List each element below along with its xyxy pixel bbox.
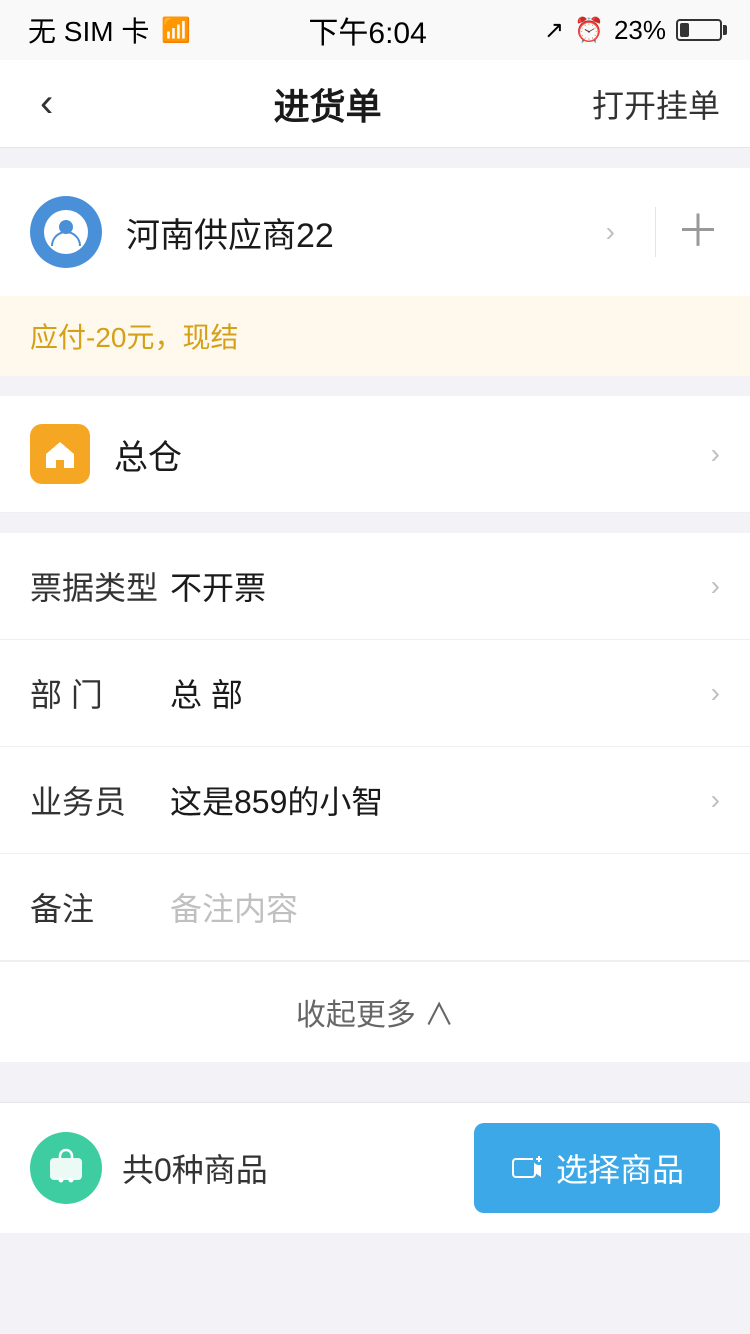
add-supplier-button[interactable]: ＋ (676, 210, 720, 254)
product-count: 共0种商品 (122, 1145, 474, 1191)
bottom-bar: 共0种商品 选择商品 (0, 1102, 750, 1233)
avatar-inner (44, 210, 88, 254)
status-left: 无 SIM 卡 📶 (28, 10, 191, 50)
select-product-button[interactable]: 选择商品 (474, 1123, 720, 1213)
supplier-chevron-icon: › (606, 216, 615, 248)
warehouse-icon (30, 424, 90, 484)
remark-placeholder: 备注内容 (170, 884, 720, 930)
nav-bar: ‹ 进货单 打开挂单 (0, 60, 750, 148)
open-pending-button[interactable]: 打开挂单 (592, 81, 720, 127)
time-label: 下午6:04 (308, 8, 426, 52)
salesperson-label: 业务员 (30, 777, 170, 823)
department-label: 部 门 (30, 670, 170, 716)
page-container: 无 SIM 卡 📶 下午6:04 ↗ ⏰ 23% ‹ 进货单 打开挂单 (0, 0, 750, 1334)
remark-label: 备注 (30, 884, 170, 930)
supplier-row[interactable]: 河南供应商22 › ＋ (0, 168, 750, 296)
back-button[interactable]: ‹ (30, 71, 63, 136)
salesperson-row[interactable]: 业务员 这是859的小智 › (0, 747, 750, 854)
supplier-avatar (30, 196, 102, 268)
select-product-icon (510, 1151, 544, 1185)
product-icon (30, 1132, 102, 1204)
section-divider-3 (0, 513, 750, 533)
carrier-label: 无 SIM 卡 (28, 10, 149, 50)
battery-icon (676, 19, 722, 41)
notice-bar: 应付-20元，现结 (0, 296, 750, 376)
invoice-type-label: 票据类型 (30, 563, 170, 609)
section-divider-2 (0, 376, 750, 396)
location-icon: ↗ (544, 16, 564, 45)
salesperson-chevron-icon: › (711, 784, 720, 816)
remark-row[interactable]: 备注 备注内容 (0, 854, 750, 961)
invoice-type-value: 不开票 (170, 563, 711, 609)
notice-text: 应付-20元，现结 (30, 322, 238, 353)
house-icon (42, 436, 78, 472)
select-product-label: 选择商品 (556, 1145, 684, 1191)
alarm-icon: ⏰ (574, 16, 604, 45)
status-bar: 无 SIM 卡 📶 下午6:04 ↗ ⏰ 23% (0, 0, 750, 60)
wifi-icon: 📶 (161, 16, 191, 45)
cart-icon (46, 1148, 86, 1188)
department-value: 总 部 (170, 670, 711, 716)
invoice-type-row[interactable]: 票据类型 不开票 › (0, 533, 750, 640)
battery-percent: 23% (614, 15, 666, 46)
supplier-section: 河南供应商22 › ＋ 应付-20元，现结 (0, 168, 750, 376)
department-row[interactable]: 部 门 总 部 › (0, 640, 750, 747)
warehouse-row[interactable]: 总仓 › (0, 396, 750, 513)
vertical-divider (655, 207, 656, 257)
warehouse-section: 总仓 › (0, 396, 750, 513)
section-divider-1 (0, 148, 750, 168)
form-section: 票据类型 不开票 › 部 门 总 部 › 业务员 这是859的小智 › 备注 备… (0, 533, 750, 1062)
person-icon (48, 214, 84, 250)
warehouse-chevron-icon: › (711, 438, 720, 470)
collapse-row[interactable]: 收起更多 ∧ (0, 961, 750, 1062)
collapse-label: 收起更多 ∧ (296, 999, 454, 1032)
salesperson-value: 这是859的小智 (170, 777, 711, 823)
status-right: ↗ ⏰ 23% (544, 15, 722, 46)
supplier-name: 河南供应商22 (126, 208, 606, 257)
invoice-type-chevron-icon: › (711, 570, 720, 602)
section-divider-4 (0, 1062, 750, 1082)
department-chevron-icon: › (711, 677, 720, 709)
warehouse-name: 总仓 (114, 430, 711, 479)
page-title: 进货单 (274, 78, 382, 130)
